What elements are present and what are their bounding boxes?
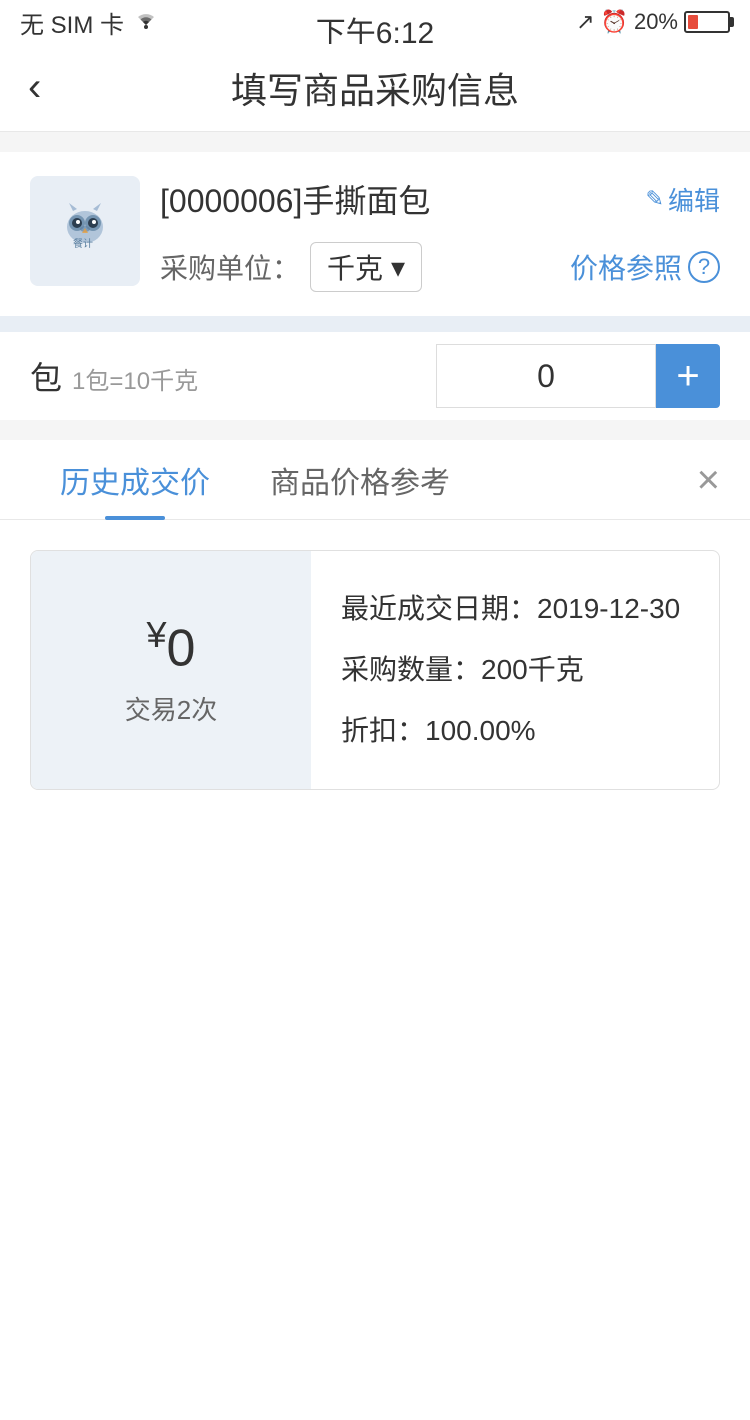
unit-value: 千克 (327, 247, 383, 287)
history-content: ¥0 交易2次 最近成交日期：2019-12-30 采购数量：200千克 折扣：… (0, 520, 750, 820)
close-button[interactable]: × (697, 460, 720, 500)
alarm-icon: ⏰ (601, 9, 628, 35)
history-card: ¥0 交易2次 最近成交日期：2019-12-30 采购数量：200千克 折扣：… (30, 550, 720, 790)
page-title: 填写商品采购信息 (231, 62, 519, 114)
history-trades: 交易2次 (125, 690, 217, 727)
quantity-input-group: + (436, 344, 720, 408)
tabs-section: 历史成交价 商品价格参考 × ¥0 交易2次 最近成交日期：2019-12-30… (0, 440, 750, 820)
product-header: [0000006]手撕面包 ✎ 编辑 (160, 176, 720, 222)
unit-label: 采购单位： (160, 247, 300, 287)
help-icon: ? (688, 251, 720, 283)
date-label: 最近成交日期： (341, 593, 537, 624)
price-value: 0 (167, 619, 196, 677)
product-logo-icon: 餐 计 (55, 195, 115, 267)
quantity-label: 包 1包=10千克 (30, 353, 198, 399)
product-unit-row: 采购单位： 千克 ▾ 价格参照 ? (160, 242, 720, 292)
quantity-unit: 包 (30, 353, 62, 399)
tab-price-reference-label: 商品价格参考 (270, 458, 450, 502)
history-date-row: 最近成交日期：2019-12-30 (341, 587, 689, 632)
location-icon: ↗ (576, 9, 594, 35)
product-card: 餐 计 [0000006]手撕面包 ✎ 编辑 采购单位： 千克 ▾ 价格参照 (0, 152, 750, 316)
tabs-header: 历史成交价 商品价格参考 × (0, 440, 750, 520)
tab-history-price-label: 历史成交价 (60, 458, 210, 502)
product-thumbnail: 餐 计 (30, 176, 140, 286)
currency-symbol: ¥ (147, 614, 167, 655)
carrier-text: 无 SIM 卡 (20, 5, 124, 40)
history-price: ¥0 (147, 614, 196, 678)
plus-icon: + (676, 354, 699, 399)
back-button[interactable]: ‹ (28, 65, 41, 110)
date-value: 2019-12-30 (537, 593, 680, 624)
status-bar: 无 SIM 卡 下午6:12 ↗ ⏰ 20% (0, 0, 750, 44)
edit-icon: ✎ (646, 186, 664, 212)
quantity-detail-value: 200千克 (481, 654, 584, 685)
svg-text:计: 计 (83, 237, 93, 250)
svg-text:餐: 餐 (73, 237, 83, 250)
chevron-down-icon: ▾ (391, 251, 405, 284)
nav-bar: ‹ 填写商品采购信息 (0, 44, 750, 132)
content-area (0, 820, 750, 1420)
history-discount-row: 折扣：100.00% (341, 709, 689, 754)
price-ref-label: 价格参照 (570, 247, 682, 287)
price-reference-button[interactable]: 价格参照 ? (570, 247, 720, 287)
edit-label: 编辑 (668, 181, 720, 218)
quantity-conversion: 1包=10千克 (72, 361, 198, 396)
history-quantity-row: 采购数量：200千克 (341, 648, 689, 693)
unit-select[interactable]: 千克 ▾ (310, 242, 422, 292)
section-divider (0, 316, 750, 332)
tab-history-price[interactable]: 历史成交价 (30, 440, 240, 520)
quantity-detail-label: 采购数量： (341, 654, 481, 685)
discount-value: 100.00% (425, 715, 536, 746)
edit-button[interactable]: ✎ 编辑 (646, 181, 720, 218)
status-left: 无 SIM 卡 (20, 5, 160, 40)
history-right: 最近成交日期：2019-12-30 采购数量：200千克 折扣：100.00% (311, 551, 719, 789)
history-left: ¥0 交易2次 (31, 551, 311, 789)
battery-percent: 20% (634, 9, 678, 35)
discount-label: 折扣： (341, 715, 425, 746)
product-info: [0000006]手撕面包 ✎ 编辑 采购单位： 千克 ▾ 价格参照 ? (160, 176, 720, 292)
quantity-row: 包 1包=10千克 + (0, 332, 750, 420)
product-name: [0000006]手撕面包 (160, 176, 430, 222)
battery-icon (684, 11, 730, 33)
tab-price-reference[interactable]: 商品价格参考 (240, 440, 480, 520)
tabs-list: 历史成交价 商品价格参考 (30, 440, 480, 520)
wifi-icon (132, 8, 160, 36)
status-right: ↗ ⏰ 20% (576, 9, 730, 35)
quantity-plus-button[interactable]: + (656, 344, 720, 408)
quantity-input[interactable] (436, 344, 656, 408)
